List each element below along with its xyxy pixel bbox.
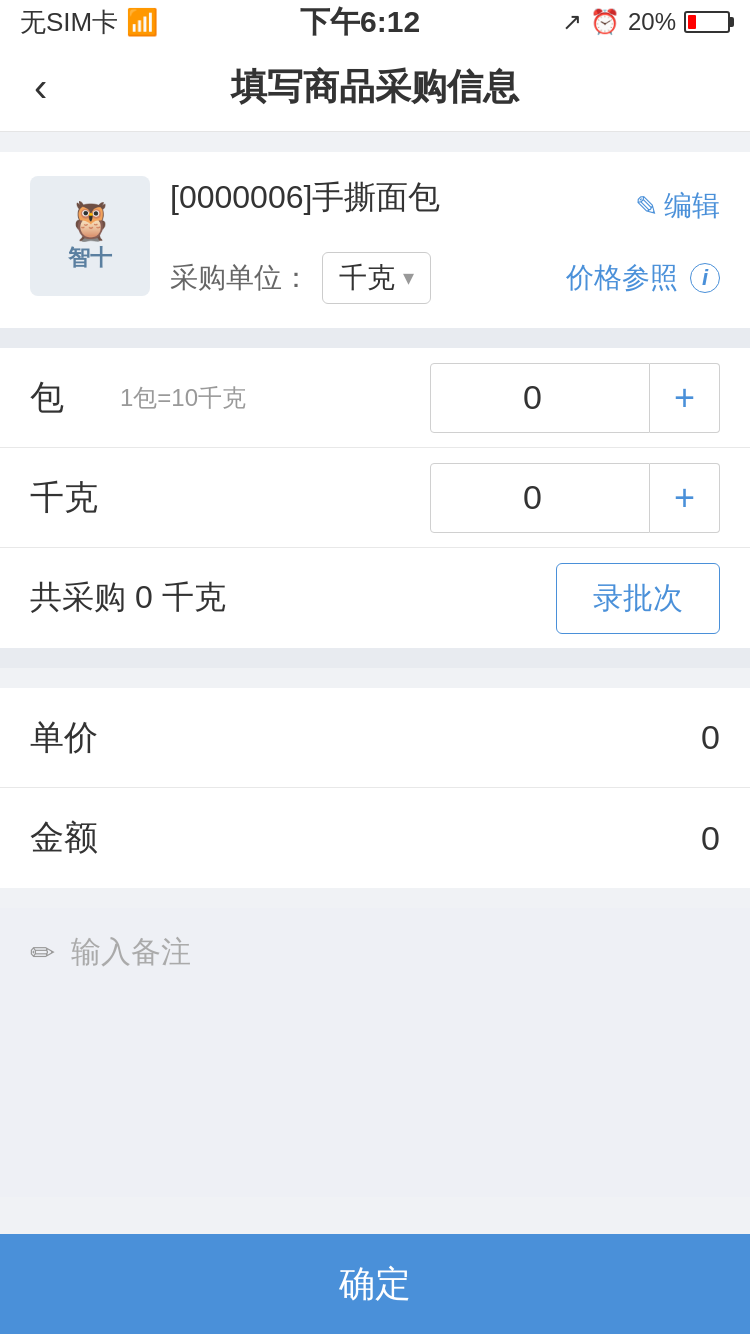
confirm-label: 确定 xyxy=(339,1260,411,1309)
page-title: 填写商品采购信息 xyxy=(231,63,519,112)
product-card: 🦉 智十 [0000006]手撕面包 ✎ 编辑 采购单位： 千克 ▾ xyxy=(0,152,750,328)
pencil-icon: ✏ xyxy=(30,935,55,970)
alarm-icon: ⏰ xyxy=(590,8,620,36)
unit-price-label: 单价 xyxy=(30,715,98,761)
edit-icon: ✎ xyxy=(635,190,658,223)
back-button[interactable]: ‹ xyxy=(24,55,57,120)
unit-selector[interactable]: 千克 ▾ xyxy=(322,252,431,304)
record-batch-button[interactable]: 录批次 xyxy=(556,563,720,634)
bag-input-control: + xyxy=(430,363,720,433)
kg-input-control: + xyxy=(430,463,720,533)
nav-bar: ‹ 填写商品采购信息 xyxy=(0,44,750,132)
bag-label: 包 xyxy=(30,375,110,421)
status-right: ↗ ⏰ 20% xyxy=(562,8,730,36)
product-name: [0000006]手撕面包 xyxy=(170,176,440,220)
bag-plus-button[interactable]: + xyxy=(650,363,720,433)
section-divider-1 xyxy=(0,328,750,348)
battery-icon xyxy=(684,11,730,33)
kg-quantity-input[interactable] xyxy=(430,463,650,533)
product-info: [0000006]手撕面包 ✎ 编辑 采购单位： 千克 ▾ 价格参照 i xyxy=(170,176,720,304)
brand-text: 智十 xyxy=(68,243,112,273)
carrier-text: 无SIM卡 xyxy=(20,5,118,40)
price-section: 单价 0 金额 0 xyxy=(0,688,750,888)
product-bottom-row: 采购单位： 千克 ▾ 价格参照 i xyxy=(170,252,720,304)
main-content: 🦉 智十 [0000006]手撕面包 ✎ 编辑 采购单位： 千克 ▾ xyxy=(0,152,750,1297)
summary-row: 共采购 0 千克 录批次 xyxy=(0,548,750,648)
price-ref-row: 价格参照 i xyxy=(566,259,720,297)
section-divider-2 xyxy=(0,648,750,668)
summary-text: 共采购 0 千克 xyxy=(30,576,226,620)
bag-quantity-input[interactable] xyxy=(430,363,650,433)
edit-label: 编辑 xyxy=(664,187,720,225)
kg-plus-button[interactable]: + xyxy=(650,463,720,533)
help-icon[interactable]: i xyxy=(690,263,720,293)
product-image: 🦉 智十 xyxy=(30,176,150,296)
kg-input-row: 千克 + xyxy=(0,448,750,548)
status-left: 无SIM卡 📶 xyxy=(20,5,158,40)
bag-input-row: 包 1包=10千克 + xyxy=(0,348,750,448)
wifi-icon: 📶 xyxy=(126,7,158,38)
unit-value: 千克 xyxy=(339,259,395,297)
battery-percent: 20% xyxy=(628,8,676,36)
unit-price-value: 0 xyxy=(701,718,720,757)
bag-sublabel: 1包=10千克 xyxy=(120,382,430,414)
price-ref-label[interactable]: 价格参照 xyxy=(566,259,678,297)
chevron-down-icon: ▾ xyxy=(403,265,414,291)
content-filler xyxy=(0,997,750,1197)
unit-price-row: 单价 0 xyxy=(0,688,750,788)
owl-icon: 🦉 xyxy=(67,199,114,243)
amount-value: 0 xyxy=(701,819,720,858)
notes-placeholder: 输入备注 xyxy=(71,932,191,973)
input-section: 包 1包=10千克 + 千克 + 共采购 0 千克 录批次 xyxy=(0,348,750,648)
location-icon: ↗ xyxy=(562,8,582,36)
amount-label: 金额 xyxy=(30,815,98,861)
battery-fill xyxy=(688,15,696,29)
unit-row: 采购单位： 千克 ▾ xyxy=(170,252,431,304)
product-top-row: [0000006]手撕面包 ✎ 编辑 xyxy=(170,176,720,236)
notes-section[interactable]: ✏ 输入备注 xyxy=(0,908,750,997)
confirm-button[interactable]: 确定 xyxy=(0,1234,750,1334)
edit-button[interactable]: ✎ 编辑 xyxy=(635,187,720,225)
status-bar: 无SIM卡 📶 下午6:12 ↗ ⏰ 20% xyxy=(0,0,750,44)
kg-label: 千克 xyxy=(30,475,110,521)
amount-row: 金额 0 xyxy=(0,788,750,888)
time-display: 下午6:12 xyxy=(300,2,420,43)
purchase-unit-label: 采购单位： xyxy=(170,259,310,297)
